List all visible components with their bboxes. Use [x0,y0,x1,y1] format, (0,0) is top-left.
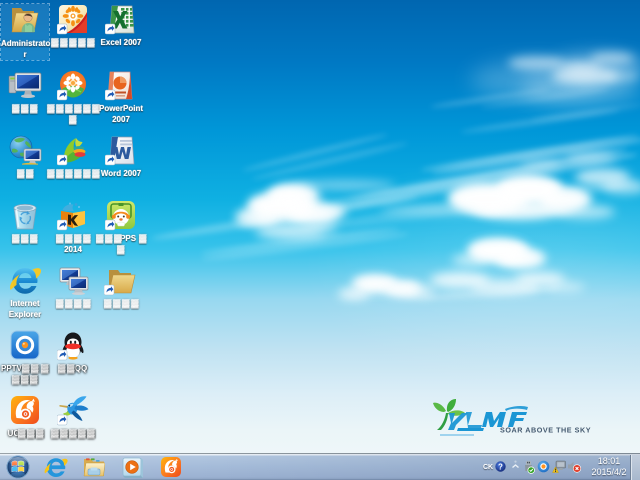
svg-text:?: ? [498,462,503,471]
svg-text:SOAR ABOVE THE SKY: SOAR ABOVE THE SKY [500,426,591,435]
